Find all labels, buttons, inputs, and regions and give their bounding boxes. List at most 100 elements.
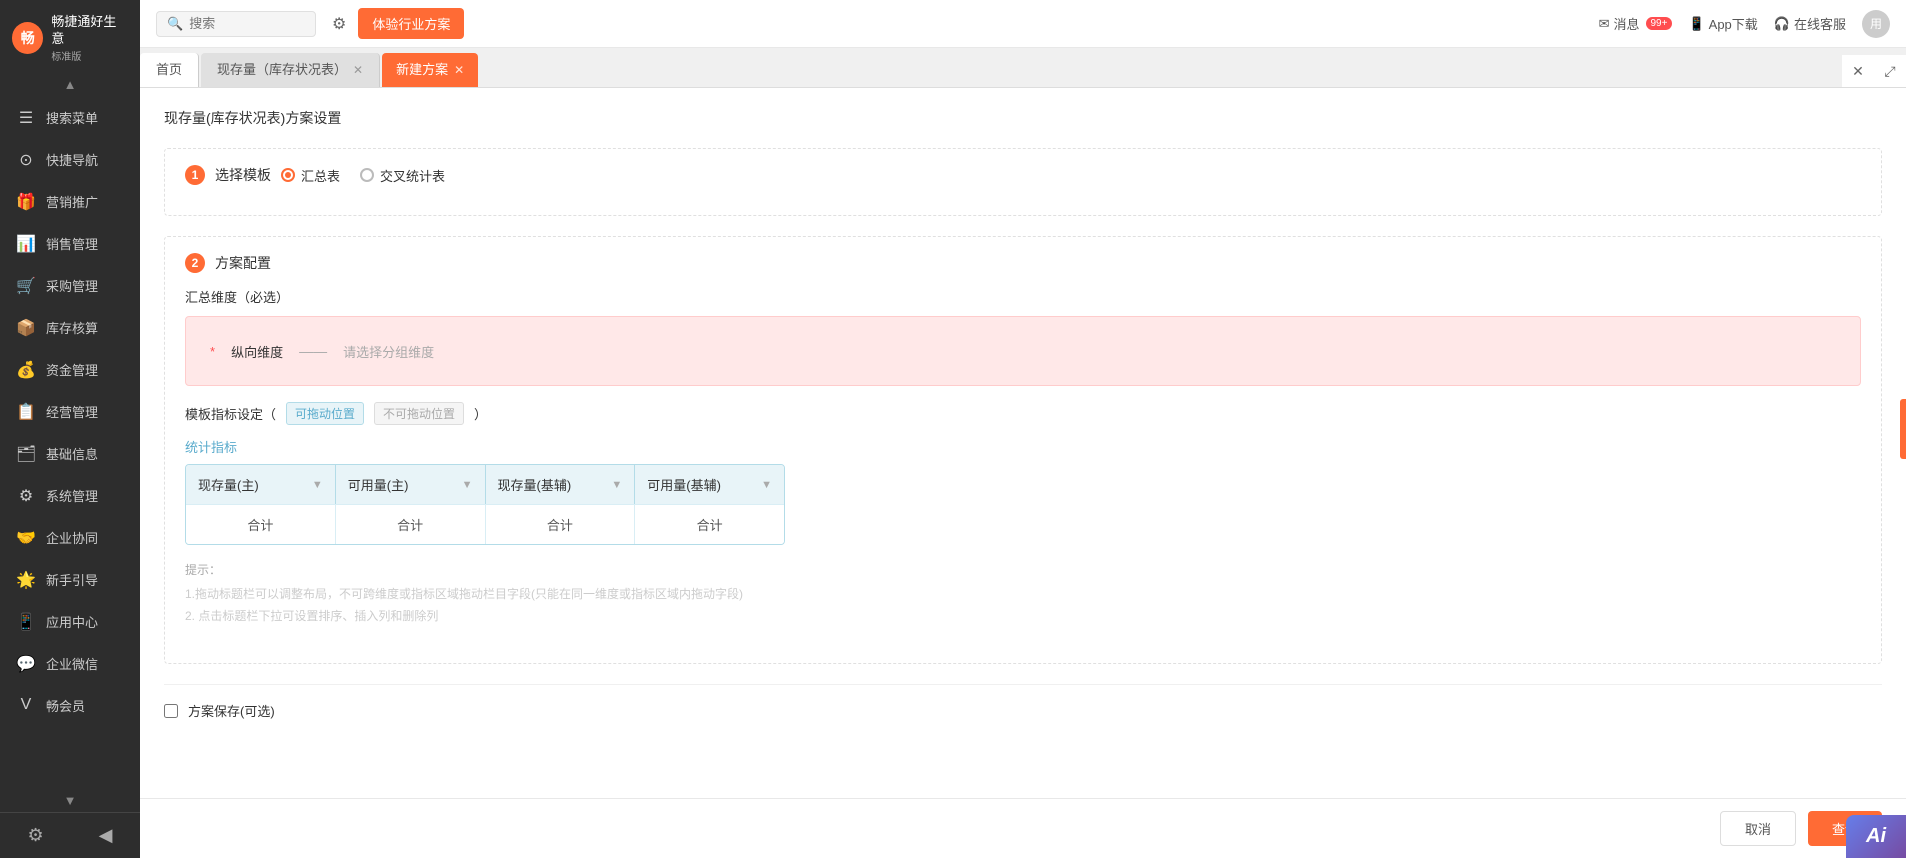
finance-icon: 💰 (16, 360, 36, 380)
tab-inventory-close-icon[interactable]: ✕ (353, 53, 363, 87)
radio-summary-dot (281, 168, 295, 182)
message-group[interactable]: ✉ 消息 99+ (1599, 14, 1673, 33)
app-download-group[interactable]: 📱 App下载 (1688, 14, 1757, 33)
sidebar-item-label: 经营管理 (46, 402, 98, 421)
sidebar-item-quick-nav[interactable]: ⊙ 快捷导航 (0, 139, 140, 181)
dim-required-mark: * (210, 344, 215, 359)
sidebar-item-search-menu[interactable]: ☰ 搜索菜单 (0, 97, 140, 139)
tab-new-plan[interactable]: 新建方案 ✕ (382, 53, 478, 87)
tab-inventory-status[interactable]: 现存量（库存状况表） ✕ (201, 53, 380, 87)
marketing-icon: 🎁 (16, 192, 36, 212)
col1-chevron-icon[interactable]: ▼ (312, 479, 323, 491)
logo-icon: 畅 (12, 22, 43, 54)
col2-chevron-icon[interactable]: ▼ (462, 479, 473, 491)
search-input[interactable] (189, 16, 289, 31)
section2-num: 2 (185, 253, 205, 273)
quick-nav-icon: ⊙ (16, 150, 36, 170)
content-area: 现存量(库存状况表)方案设置 1 选择模板 汇总表 交叉统计表 (140, 88, 1906, 798)
sidebar-item-newbie[interactable]: 🌟 新手引导 (0, 559, 140, 601)
dim-field-label: 纵向维度 (231, 342, 283, 361)
sidebar-item-vip[interactable]: V 畅会员 (0, 685, 140, 726)
stats-cell-2: 合计 (336, 505, 486, 544)
section1-num: 1 (185, 165, 205, 185)
stats-col-1[interactable]: 现存量(主) ▼ (186, 465, 336, 504)
search-icon: 🔍 (167, 16, 183, 32)
topbar-right: ✉ 消息 99+ 📱 App下载 🎧 在线客服 用 (1599, 10, 1890, 38)
window-controls: ✕ ⤢ (1842, 55, 1906, 87)
topbar-gear-icon[interactable]: ⚙ (332, 14, 346, 34)
sidebar-item-system[interactable]: ⚙ 系统管理 (0, 475, 140, 517)
search-menu-icon: ☰ (16, 108, 36, 128)
tip-1: 1.拖动标题栏可以调整布局，不可跨维度或指标区域拖动栏目字段(只能在同一维度或指… (185, 584, 1861, 606)
sidebar-item-wechat[interactable]: 💬 企业微信 (0, 643, 140, 685)
badge-nodrag: 不可拖动位置 (374, 402, 464, 425)
tab-home-label: 首页 (156, 53, 182, 87)
sidebar-scroll-down[interactable]: ▼ (0, 788, 140, 812)
col3-chevron-icon[interactable]: ▼ (611, 479, 622, 491)
sidebar-item-sales[interactable]: 📊 销售管理 (0, 223, 140, 265)
app-name: 畅捷通好生意 (51, 14, 128, 48)
stats-col-2-label: 可用量(主) (348, 475, 409, 494)
stats-cell-3: 合计 (486, 505, 636, 544)
stats-table-body: 合计 合计 合计 合计 (186, 504, 784, 544)
stats-col-4[interactable]: 可用量(基辅) ▼ (635, 465, 784, 504)
online-service-label: 在线客服 (1794, 14, 1846, 33)
stats-col-3[interactable]: 现存量(基辅) ▼ (486, 465, 636, 504)
sidebar-scroll-up[interactable]: ▲ (0, 73, 140, 97)
template-indicator-prefix: 模板指标设定（ (185, 404, 276, 423)
col4-chevron-icon[interactable]: ▼ (761, 479, 772, 491)
sidebar-item-inventory[interactable]: 📦 库存核算 (0, 307, 140, 349)
inventory-icon: 📦 (16, 318, 36, 338)
sidebar-nav: ☰ 搜索菜单 ⊙ 快捷导航 🎁 营销推广 📊 销售管理 🛒 采购管理 📦 库存核… (0, 97, 140, 788)
stats-col-2[interactable]: 可用量(主) ▼ (336, 465, 486, 504)
app-edition: 标准版 (51, 48, 128, 63)
online-service-group[interactable]: 🎧 在线客服 (1774, 14, 1846, 33)
radio-cross[interactable]: 交叉统计表 (360, 166, 445, 185)
tab-inventory-label: 现存量（库存状况表） (217, 53, 347, 87)
section1-title: 选择模板 (215, 165, 271, 185)
ai-badge[interactable]: Ai (1846, 815, 1906, 858)
sidebar-item-contract[interactable]: 🤝 企业协同 (0, 517, 140, 559)
sidebar-collapse-btn[interactable]: ◀ (91, 821, 121, 850)
app-download-icon: 📱 (1688, 16, 1704, 32)
user-avatar[interactable]: 用 (1862, 10, 1890, 38)
sidebar-item-label: 应用中心 (46, 612, 98, 631)
right-scroll-indicator (1900, 399, 1906, 459)
dimension-box[interactable]: * 纵向维度 —— 请选择分组维度 (185, 316, 1861, 386)
sidebar-item-purchase[interactable]: 🛒 采购管理 (0, 265, 140, 307)
template-radio-group: 汇总表 交叉统计表 (281, 166, 445, 185)
cancel-button[interactable]: 取消 (1720, 811, 1796, 846)
tab-bar: 首页 现存量（库存状况表） ✕ 新建方案 ✕ ✕ ⤢ (140, 48, 1906, 88)
tab-home[interactable]: 首页 (140, 53, 199, 87)
tab-new-close-icon[interactable]: ✕ (454, 53, 464, 87)
sidebar-item-label: 搜索菜单 (46, 108, 98, 127)
sidebar-item-marketing[interactable]: 🎁 营销推广 (0, 181, 140, 223)
dim-placeholder: 请选择分组维度 (343, 342, 434, 361)
app-download-label: App下载 (1709, 14, 1758, 33)
tips-title: 提示： (185, 561, 1861, 578)
sidebar-item-label: 系统管理 (46, 486, 98, 505)
radio-cross-dot (360, 168, 374, 182)
topbar-search-box[interactable]: 🔍 (156, 11, 316, 37)
sidebar-item-label: 营销推广 (46, 192, 98, 211)
trial-industry-button[interactable]: 体验行业方案 (358, 8, 464, 39)
sidebar-settings-btn[interactable]: ⚙ (20, 821, 52, 850)
contract-icon: 🤝 (16, 528, 36, 548)
main-area: 🔍 ⚙ 体验行业方案 ✉ 消息 99+ 📱 App下载 🎧 在线客服 用 首页 (140, 0, 1906, 858)
radio-summary[interactable]: 汇总表 (281, 166, 340, 185)
message-icon: ✉ (1599, 16, 1610, 32)
badge-draggable: 可拖动位置 (286, 402, 364, 425)
dim-label: 汇总维度（必选） (185, 287, 1861, 306)
sidebar-item-apps[interactable]: 📱 应用中心 (0, 601, 140, 643)
close-panel-button[interactable]: ✕ (1842, 55, 1874, 87)
stats-col-3-label: 现存量(基辅) (498, 475, 572, 494)
save-plan-checkbox[interactable] (164, 704, 178, 718)
apps-icon: 📱 (16, 612, 36, 632)
wechat-icon: 💬 (16, 654, 36, 674)
dim-arrow: —— (299, 343, 327, 359)
sidebar-item-label: 基础信息 (46, 444, 98, 463)
sidebar-item-business[interactable]: 📋 经营管理 (0, 391, 140, 433)
sidebar-item-base[interactable]: 🗂 基础信息 (0, 433, 140, 475)
sidebar-item-finance[interactable]: 💰 资金管理 (0, 349, 140, 391)
expand-panel-button[interactable]: ⤢ (1874, 55, 1906, 87)
